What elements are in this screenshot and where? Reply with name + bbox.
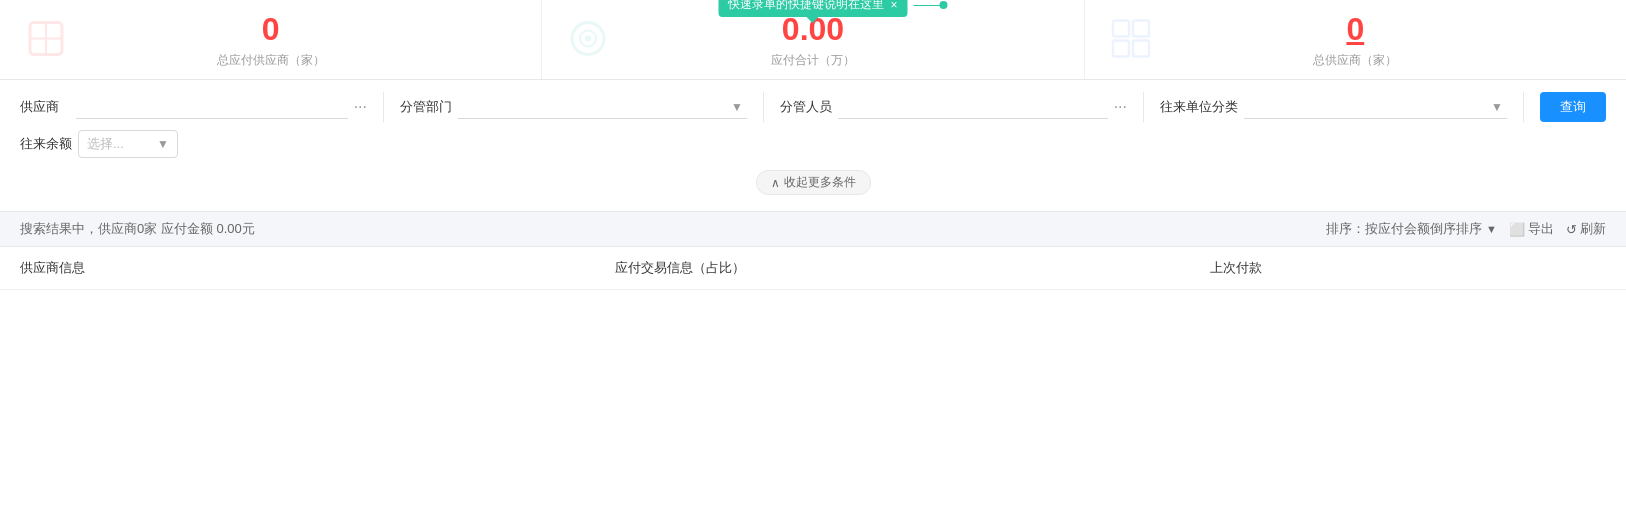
shortcut-tooltip: 快速录单的快捷键说明在这里 × bbox=[718, 0, 907, 17]
filter-unit-category: 往来单位分类 ▼ bbox=[1160, 96, 1507, 119]
collapse-label: 收起更多条件 bbox=[784, 174, 856, 191]
refresh-icon: ↺ bbox=[1566, 222, 1577, 237]
result-actions: 排序：按应付会额倒序排序 ▼ ⬜ 导出 ↺ 刷新 bbox=[1326, 220, 1606, 238]
total-suppliers-label: 总供应商（家） bbox=[1313, 52, 1397, 69]
stat-total-suppliers: 0 总供应商（家） bbox=[1085, 0, 1626, 79]
tooltip-close[interactable]: × bbox=[890, 0, 897, 12]
collapse-up-icon: ∧ bbox=[771, 176, 780, 190]
filter-bar: 供应商 ··· 分管部门 ▼ 分管人员 ··· 往来单位分类 ▼ bbox=[0, 80, 1626, 212]
total-suppliers-number: 0 bbox=[1346, 10, 1364, 48]
stats-bar: 0 总应付供应商（家） 快速录单的快捷键说明在这里 × 0.00 应付合计（万） bbox=[0, 0, 1626, 80]
filter-balance: 往来余额 选择... ▼ bbox=[20, 130, 370, 158]
unit-category-chevron-icon: ▼ bbox=[1491, 100, 1503, 114]
export-label: 导出 bbox=[1528, 220, 1554, 238]
person-label: 分管人员 bbox=[780, 98, 832, 116]
total-payable-number: 0 bbox=[262, 10, 280, 48]
filter-row-1: 供应商 ··· 分管部门 ▼ 分管人员 ··· 往来单位分类 ▼ bbox=[20, 92, 1606, 122]
unit-category-label: 往来单位分类 bbox=[1160, 98, 1238, 116]
sort-selector[interactable]: 排序：按应付会额倒序排序 ▼ bbox=[1326, 220, 1497, 238]
filter-department: 分管部门 ▼ bbox=[400, 96, 747, 119]
divider-1 bbox=[383, 92, 384, 122]
payable-total-label: 应付合计（万） bbox=[771, 52, 855, 69]
svg-point-5 bbox=[585, 35, 591, 41]
collapse-row: ∧ 收起更多条件 bbox=[20, 166, 1606, 203]
supplier-label: 供应商 bbox=[20, 98, 70, 116]
col-header-supplier: 供应商信息 bbox=[20, 259, 615, 277]
department-select[interactable]: ▼ bbox=[458, 96, 747, 119]
collapse-button[interactable]: ∧ 收起更多条件 bbox=[756, 170, 871, 195]
divider-4 bbox=[1523, 92, 1524, 122]
supplier-more-icon[interactable]: ··· bbox=[354, 99, 367, 115]
divider-2 bbox=[763, 92, 764, 122]
divider-3 bbox=[1143, 92, 1144, 122]
unit-category-select[interactable]: ▼ bbox=[1244, 96, 1507, 119]
col-header-payment: 上次付款 bbox=[1210, 259, 1607, 277]
svg-rect-6 bbox=[1113, 20, 1129, 36]
balance-label: 往来余额 bbox=[20, 135, 72, 153]
sort-label: 排序：按应付会额倒序排序 bbox=[1326, 220, 1482, 238]
svg-rect-9 bbox=[1133, 40, 1149, 56]
table-body bbox=[0, 290, 1626, 515]
svg-rect-7 bbox=[1133, 20, 1149, 36]
query-button[interactable]: 查询 bbox=[1540, 92, 1606, 122]
department-label: 分管部门 bbox=[400, 98, 452, 116]
person-more-icon[interactable]: ··· bbox=[1114, 99, 1127, 115]
filter-row-2: 往来余额 选择... ▼ bbox=[20, 130, 370, 158]
supplier-input[interactable] bbox=[76, 95, 348, 119]
balance-select[interactable]: 选择... ▼ bbox=[78, 130, 178, 158]
filter-person: 分管人员 ··· bbox=[780, 95, 1127, 119]
stat-payable-total: 快速录单的快捷键说明在这里 × 0.00 应付合计（万） bbox=[542, 0, 1084, 79]
export-icon: ⬜ bbox=[1509, 222, 1525, 237]
balance-chevron-icon: ▼ bbox=[157, 137, 169, 151]
svg-rect-8 bbox=[1113, 40, 1129, 56]
result-info: 搜索结果中，供应商0家 应付金额 0.00元 bbox=[20, 220, 255, 238]
person-input[interactable] bbox=[838, 95, 1108, 119]
col-header-transaction: 应付交易信息（占比） bbox=[615, 259, 1210, 277]
refresh-label: 刷新 bbox=[1580, 220, 1606, 238]
refresh-button[interactable]: ↺ 刷新 bbox=[1566, 220, 1606, 238]
filter-supplier: 供应商 ··· bbox=[20, 95, 367, 119]
export-button[interactable]: ⬜ 导出 bbox=[1509, 220, 1554, 238]
table-header: 供应商信息 应付交易信息（占比） 上次付款 bbox=[0, 247, 1626, 290]
stat-total-payable-suppliers: 0 总应付供应商（家） bbox=[0, 0, 542, 79]
sort-chevron-icon: ▼ bbox=[1486, 223, 1497, 235]
department-chevron-icon: ▼ bbox=[731, 100, 743, 114]
result-bar: 搜索结果中，供应商0家 应付金额 0.00元 排序：按应付会额倒序排序 ▼ ⬜ … bbox=[0, 212, 1626, 247]
tooltip-text: 快速录单的快捷键说明在这里 bbox=[728, 0, 884, 13]
total-payable-label: 总应付供应商（家） bbox=[217, 52, 325, 69]
balance-placeholder: 选择... bbox=[87, 135, 124, 153]
